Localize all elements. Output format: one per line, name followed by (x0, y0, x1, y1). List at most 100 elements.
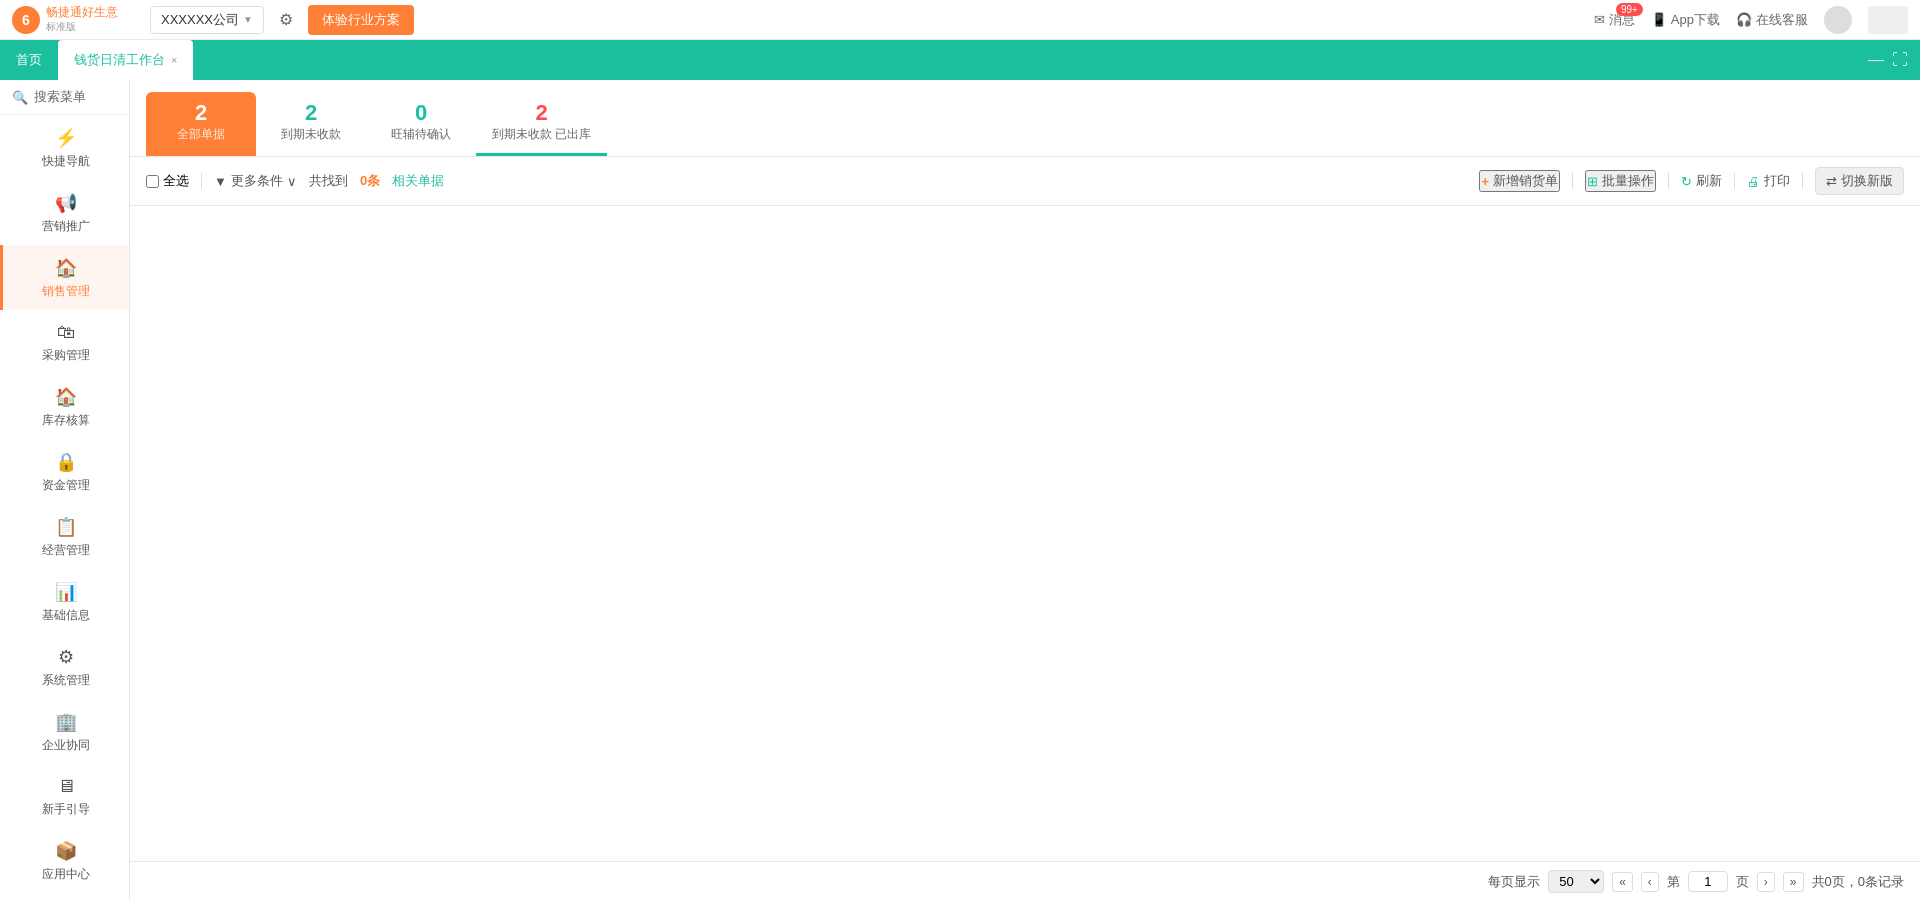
sidebar-label-app-center: 应用中心 (42, 866, 90, 883)
tab-minimize-button[interactable]: — (1868, 51, 1884, 69)
toolbar-divider-3 (1668, 173, 1669, 189)
message-button[interactable]: ✉ 消息 99+ (1594, 11, 1635, 29)
header: 6 畅捷通好生意 标准版 XXXXXX公司 ▼ ⚙ 体验行业方案 ✉ 消息 99… (0, 0, 1920, 40)
message-icon: ✉ (1594, 12, 1605, 27)
switch-icon: ⇄ (1826, 174, 1837, 189)
message-badge: 99+ (1616, 3, 1643, 16)
filter-icon: ▼ (214, 174, 227, 189)
stat-label-overdue: 到期未收款 (272, 126, 350, 143)
print-button[interactable]: 🖨 打印 (1747, 172, 1790, 190)
sidebar-label-enterprise: 企业协同 (42, 737, 90, 754)
chevron-down-icon: ▼ (243, 14, 253, 25)
tab-home-label: 首页 (16, 51, 42, 69)
search-icon: 🔍 (12, 90, 28, 105)
sidebar-item-guide[interactable]: 🖥 新手引导 (0, 764, 129, 828)
app-center-icon: 📦 (55, 840, 77, 862)
finance-icon: 🔒 (55, 451, 77, 473)
stat-label-all: 全部单据 (162, 126, 240, 143)
company-name: XXXXXX公司 (161, 11, 239, 29)
switch-version-button[interactable]: ⇄ 切换新版 (1815, 167, 1904, 195)
sidebar-label-sys-mgmt: 系统管理 (42, 672, 90, 689)
stat-tab-pending[interactable]: 0 旺辅待确认 (366, 92, 476, 156)
tab-maximize-button[interactable]: ⛶ (1892, 51, 1908, 69)
page-size-label: 每页显示 (1488, 873, 1540, 891)
select-all-label[interactable]: 全选 (146, 172, 189, 190)
sidebar-label-finance: 资金管理 (42, 477, 90, 494)
stat-num-pending: 0 (382, 100, 460, 126)
sales-icon: 🏠 (55, 257, 77, 279)
batch-icon: ⊞ (1587, 174, 1598, 189)
pagination-prev-button[interactable]: ‹ (1641, 872, 1659, 892)
select-all-text: 全选 (163, 172, 189, 190)
app-download-button[interactable]: 📱 App下载 (1651, 11, 1720, 29)
tab-home[interactable]: 首页 (0, 40, 58, 80)
search-menu-button[interactable]: 🔍 搜索菜单 (0, 80, 129, 115)
refresh-button[interactable]: ↻ 刷新 (1681, 172, 1722, 190)
select-all-checkbox[interactable] (146, 175, 159, 188)
tab-close-icon[interactable]: × (171, 54, 177, 66)
sidebar-label-guide: 新手引导 (42, 801, 90, 818)
stats-tabs: 2 全部单据 2 到期未收款 0 旺辅待确认 2 到期未收款 已出库 (130, 80, 1920, 157)
online-service-label: 在线客服 (1756, 11, 1808, 29)
sidebar-item-app-center[interactable]: 📦 应用中心 (0, 828, 129, 893)
purchase-icon: 🛍 (57, 322, 75, 343)
sidebar-item-quick-nav[interactable]: ⚡ 快捷导航 (0, 115, 129, 180)
table-area (130, 206, 1920, 861)
stat-tab-all[interactable]: 2 全部单据 (146, 92, 256, 156)
search-menu-label: 搜索菜单 (34, 88, 86, 106)
sidebar-item-marketing[interactable]: 📢 营销推广 (0, 180, 129, 245)
online-service-button[interactable]: 🎧 在线客服 (1736, 11, 1808, 29)
logo-icon: 6 (12, 6, 40, 34)
sidebar-label-base-info: 基础信息 (42, 607, 90, 624)
sidebar-item-enterprise[interactable]: 🏢 企业协同 (0, 699, 129, 764)
page-suffix: 页 (1736, 873, 1749, 891)
sidebar-item-operations[interactable]: 📋 经营管理 (0, 504, 129, 569)
stat-tab-overdue[interactable]: 2 到期未收款 (256, 92, 366, 156)
main-layout: 🔍 搜索菜单 ⚡ 快捷导航 📢 营销推广 🏠 销售管理 🛍 采购管理 🏠 库存核… (0, 80, 1920, 901)
logo-text: 畅捷通好生意 (46, 5, 118, 21)
print-label: 打印 (1764, 172, 1790, 190)
pagination-next-button[interactable]: › (1757, 872, 1775, 892)
tab-workbench[interactable]: 钱货日清工作台 × (58, 40, 193, 80)
trial-button[interactable]: 体验行业方案 (308, 5, 414, 35)
sidebar-item-purchase[interactable]: 🛍 采购管理 (0, 310, 129, 374)
logo-sub: 标准版 (46, 20, 118, 34)
pagination-first-button[interactable]: « (1612, 872, 1633, 892)
toolbar-divider-4 (1734, 173, 1735, 189)
sidebar-item-sys-mgmt[interactable]: ⚙ 系统管理 (0, 634, 129, 699)
user-name-area[interactable] (1868, 6, 1908, 34)
new-sale-button[interactable]: + 新增销货单 (1479, 170, 1560, 192)
stat-num-overdue: 2 (272, 100, 350, 126)
stat-tab-overdue-shipped[interactable]: 2 到期未收款 已出库 (476, 92, 607, 156)
sidebar-label-purchase: 采购管理 (42, 347, 90, 364)
company-selector[interactable]: XXXXXX公司 ▼ (150, 6, 264, 34)
avatar[interactable] (1824, 6, 1852, 34)
toolbar-right: + 新增销货单 ⊞ 批量操作 ↻ 刷新 🖨 打印 (1479, 167, 1904, 195)
related-records-button[interactable]: 相关单据 (392, 172, 444, 190)
pagination-last-button[interactable]: » (1783, 872, 1804, 892)
pagination: 每页显示 10 20 50 100 « ‹ 第 页 › » 共0页，0条记录 (130, 861, 1920, 901)
operations-icon: 📋 (55, 516, 77, 538)
app-download-label: App下载 (1671, 11, 1720, 29)
headset-icon: 🎧 (1736, 12, 1752, 27)
filter-button[interactable]: ▼ 更多条件 ∨ (214, 172, 297, 190)
settings-icon[interactable]: ⚙ (272, 6, 300, 34)
refresh-label: 刷新 (1696, 172, 1722, 190)
sidebar-item-sales[interactable]: 🏠 销售管理 (0, 245, 129, 310)
guide-icon: 🖥 (57, 776, 75, 797)
page-number-input[interactable] (1688, 871, 1728, 892)
mobile-icon: 📱 (1651, 12, 1667, 27)
batch-op-button[interactable]: ⊞ 批量操作 (1585, 170, 1656, 192)
chevron-down-icon: ∨ (287, 174, 297, 189)
sidebar-item-wechat[interactable]: 💬 企业微信 (0, 893, 129, 901)
tab-controls: — ⛶ (1868, 51, 1920, 69)
pagination-total: 共0页，0条记录 (1812, 873, 1904, 891)
sidebar-item-finance[interactable]: 🔒 资金管理 (0, 439, 129, 504)
page-size-select[interactable]: 10 20 50 100 (1548, 870, 1604, 893)
toolbar: 全选 ▼ 更多条件 ∨ 共找到 0条 相关单据 + 新增销货单 (130, 157, 1920, 206)
sidebar-item-base-info[interactable]: 📊 基础信息 (0, 569, 129, 634)
sys-mgmt-icon: ⚙ (58, 646, 74, 668)
stat-num-all: 2 (162, 100, 240, 126)
filter-label: 更多条件 (231, 172, 283, 190)
sidebar-item-inventory[interactable]: 🏠 库存核算 (0, 374, 129, 439)
